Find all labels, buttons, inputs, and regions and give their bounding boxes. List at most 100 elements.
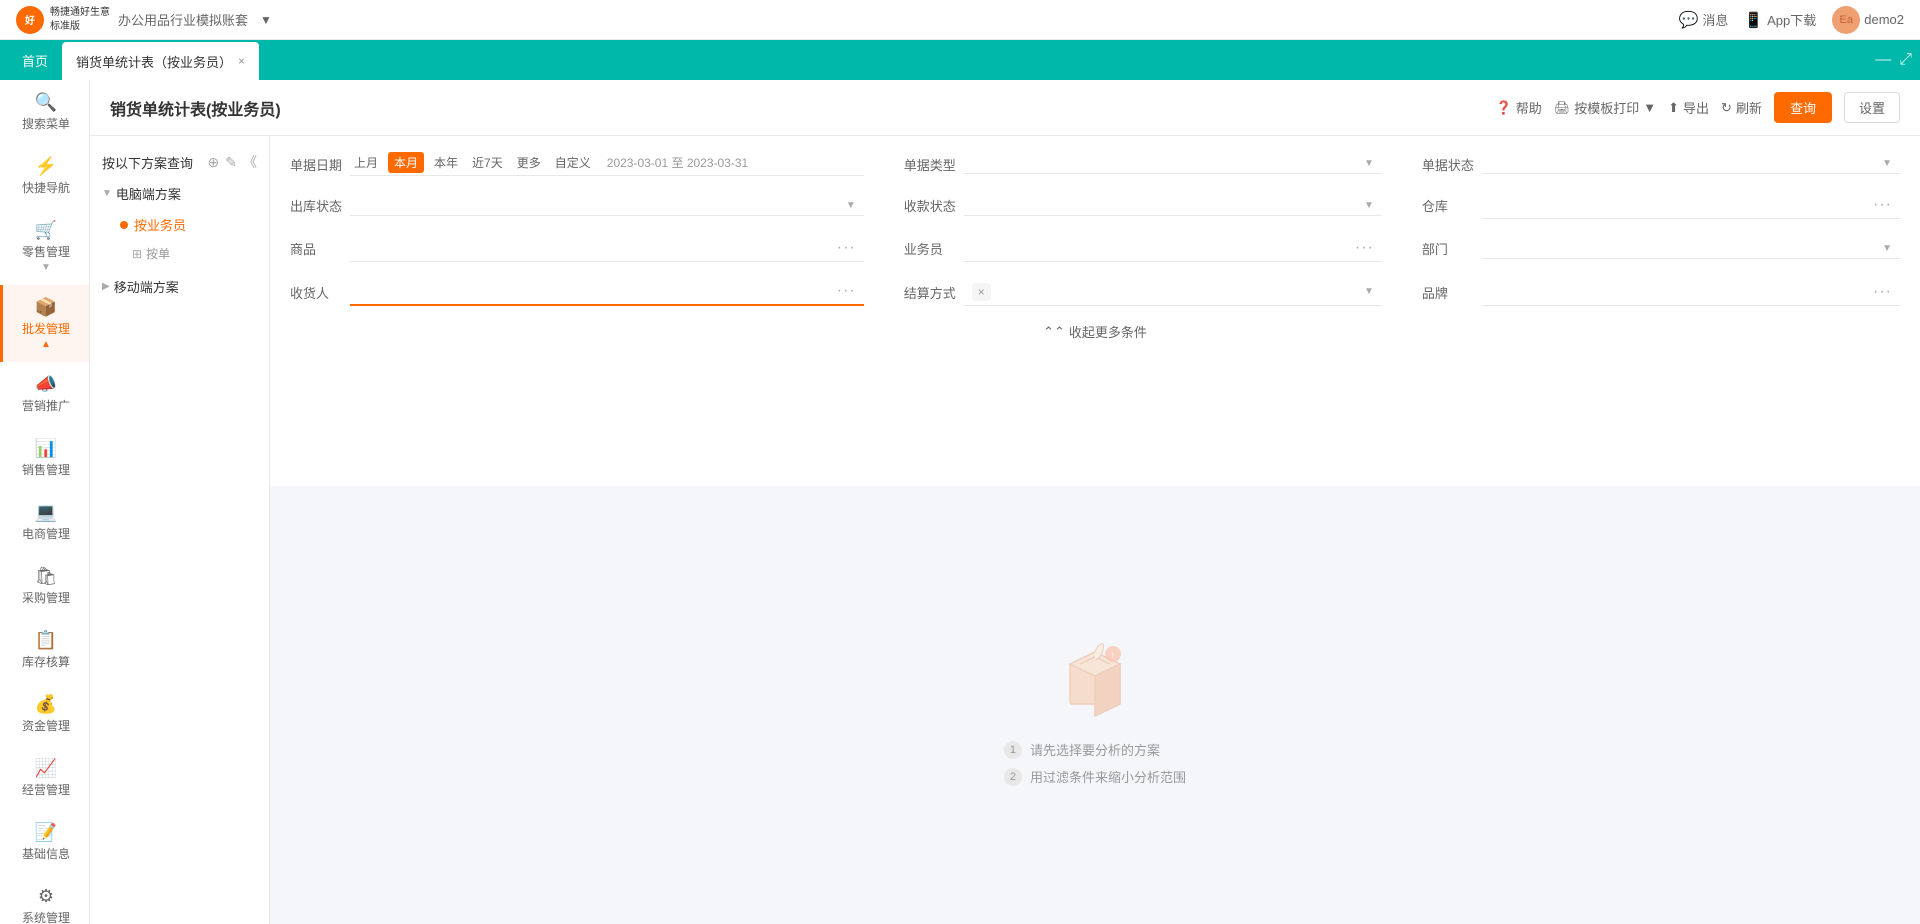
empty-hint-1: 1 请先选择要分析的方案 [1004, 740, 1186, 759]
sidebar-item-label: 零售管理 [22, 243, 70, 260]
sidebar-item-label: 系统管理 [22, 909, 70, 924]
top-dropdown-icon[interactable]: ▼ [260, 13, 272, 27]
scheme-collapse-btn[interactable]: 《 [243, 152, 257, 172]
department-select[interactable]: ▼ [1482, 239, 1900, 259]
mobile-scheme-group[interactable]: ▶ 移动端方案 [90, 271, 269, 302]
logo: 好 畅捷通好生意 标准版 [16, 6, 110, 34]
avatar: Ea [1832, 6, 1860, 34]
sidebar-item-marketing[interactable]: 📣 营销推广 [0, 362, 89, 426]
settlement-arrow: ▼ [1364, 286, 1374, 297]
tab-active[interactable]: 销货单统计表（按业务员） × [62, 42, 259, 80]
receipt-status-select[interactable]: ▼ [964, 196, 1382, 216]
receipt-status-arrow: ▼ [1364, 200, 1374, 211]
logo-icon: 好 [16, 6, 44, 34]
settlement-label: 结算方式 [904, 283, 964, 302]
export-btn[interactable]: ⬆ 导出 [1668, 98, 1709, 117]
sidebar-item-search[interactable]: 🔍 搜索菜单 [0, 80, 89, 144]
receiver-label: 收货人 [290, 283, 350, 302]
tab-maximize-icon[interactable]: ⤢ [1899, 51, 1912, 69]
goods-input[interactable]: ··· [350, 235, 864, 262]
out-status-select[interactable]: ▼ [350, 196, 864, 216]
sidebar-item-inventory[interactable]: 📋 库存核算 [0, 618, 89, 682]
date-range-text: 2023-03-01 至 2023-03-31 [607, 154, 748, 171]
basic-info-icon: 📝 [35, 822, 57, 843]
brand-input[interactable]: ··· [1482, 279, 1900, 306]
brand-label: 品牌 [1422, 283, 1482, 302]
sidebar-item-label: 基础信息 [22, 845, 70, 862]
sub-scheme-icon: ⊞ [132, 247, 142, 261]
date-more-btn[interactable]: 更多 [513, 152, 545, 173]
query-button[interactable]: 查询 [1774, 92, 1832, 123]
purchase-icon: 🛍 [35, 566, 58, 587]
salesperson-dots: ··· [1355, 239, 1374, 257]
hint-num-1: 1 [1004, 741, 1022, 759]
settlement-tag-close[interactable]: × [978, 285, 985, 299]
salesperson-input[interactable]: ··· [964, 235, 1382, 262]
sidebar-item-retail[interactable]: 🛒 零售管理 ▼ [0, 208, 89, 285]
date-custom-btn[interactable]: 自定义 [551, 152, 595, 173]
warehouse-label: 仓库 [1422, 196, 1482, 215]
sidebar-item-finance[interactable]: 💰 资金管理 [0, 682, 89, 746]
sales-icon: 📊 [35, 438, 57, 459]
app-download-btn[interactable]: 📱 App下载 [1744, 10, 1816, 29]
settings-button[interactable]: 设置 [1844, 92, 1900, 123]
settlement-select[interactable]: × ▼ [964, 279, 1382, 306]
svg-text:↑: ↑ [1110, 650, 1115, 661]
sidebar-item-purchase[interactable]: 🛍 采购管理 [0, 554, 89, 618]
sidebar-item-operations[interactable]: 📈 经营管理 [0, 746, 89, 810]
sidebar-item-label: 经营管理 [22, 781, 70, 798]
user-name: demo2 [1864, 12, 1904, 27]
refresh-btn[interactable]: ↻ 刷新 [1721, 98, 1762, 117]
quick-nav-icon: ⚡ [35, 156, 57, 177]
date-last7-btn[interactable]: 近7天 [468, 152, 507, 173]
help-btn[interactable]: ❓ 帮助 [1496, 98, 1542, 117]
scheme-add-btn[interactable]: ⊕ [208, 154, 220, 171]
logo-text: 畅捷通好生意 标准版 [50, 6, 110, 34]
tab-minimize-icon[interactable]: — [1875, 51, 1891, 69]
sidebar-item-wholesale[interactable]: 📦 批发管理 ▲ [0, 285, 89, 362]
empty-hint-2: 2 用过滤条件来缩小分析范围 [1004, 767, 1186, 786]
date-this-year-btn[interactable]: 本年 [430, 152, 462, 173]
doc-status-select[interactable]: ▼ [1482, 154, 1900, 174]
app-download-label: App下载 [1767, 10, 1816, 29]
doc-type-select[interactable]: ▼ [964, 154, 1382, 174]
operations-icon: 📈 [35, 758, 57, 779]
phone-icon: 📱 [1744, 11, 1763, 29]
scheme-edit-btn[interactable]: ✎ [225, 154, 237, 171]
collapse-btn[interactable]: ⌃⌃ 收起更多条件 [1043, 322, 1147, 341]
scheme-panel: 按以下方案查询 ⊕ ✎ 《 ▼ 电脑端方案 [90, 136, 270, 924]
salesperson-label: 业务员 [904, 239, 964, 258]
sidebar-item-sales[interactable]: 📊 销售管理 [0, 426, 89, 490]
department-arrow: ▼ [1882, 243, 1892, 254]
sidebar-item-ecommerce[interactable]: 💻 电商管理 [0, 490, 89, 554]
out-status-arrow: ▼ [846, 200, 856, 211]
warehouse-input[interactable]: ··· [1482, 192, 1900, 219]
tab-home[interactable]: 首页 [8, 44, 62, 76]
collapse-up-icon: ⌃⌃ [1043, 324, 1065, 340]
sidebar-item-label: 搜索菜单 [22, 115, 70, 132]
user-area[interactable]: Ea demo2 [1832, 6, 1904, 34]
date-label: 单据日期 [290, 155, 350, 174]
tab-close-btn[interactable]: × [238, 54, 245, 68]
pc-scheme-group[interactable]: ▼ 电脑端方案 [90, 178, 269, 209]
chevron-down-icon: ▼ [41, 262, 51, 273]
sidebar-item-label: 采购管理 [22, 589, 70, 606]
sidebar-item-quick-nav[interactable]: ⚡ 快捷导航 [0, 144, 89, 208]
date-this-month-btn[interactable]: 本月 [388, 152, 424, 173]
hint-num-2: 2 [1004, 768, 1022, 786]
message-btn[interactable]: 💬 消息 [1678, 10, 1728, 30]
receiver-dots: ··· [837, 282, 856, 300]
sidebar-item-system[interactable]: ⚙ 系统管理 [0, 874, 89, 924]
scheme-panel-label: 按以下方案查询 [102, 153, 193, 172]
chevron-right-icon: ▶ [102, 281, 110, 292]
receiver-input[interactable]: ··· [350, 278, 864, 306]
doc-type-label: 单据类型 [904, 155, 964, 174]
date-last-month-btn[interactable]: 上月 [350, 152, 382, 173]
active-scheme-item[interactable]: 按业务员 [90, 209, 269, 240]
sidebar-item-label: 快捷导航 [22, 179, 70, 196]
chevron-down-icon: ▼ [102, 188, 112, 199]
message-icon: 💬 [1678, 10, 1698, 30]
sidebar-item-basic-info[interactable]: 📝 基础信息 [0, 810, 89, 874]
sub-scheme-item[interactable]: ⊞ 按单 [90, 240, 269, 267]
print-btn[interactable]: 🖨 按模板打印 ▼ [1554, 98, 1656, 117]
